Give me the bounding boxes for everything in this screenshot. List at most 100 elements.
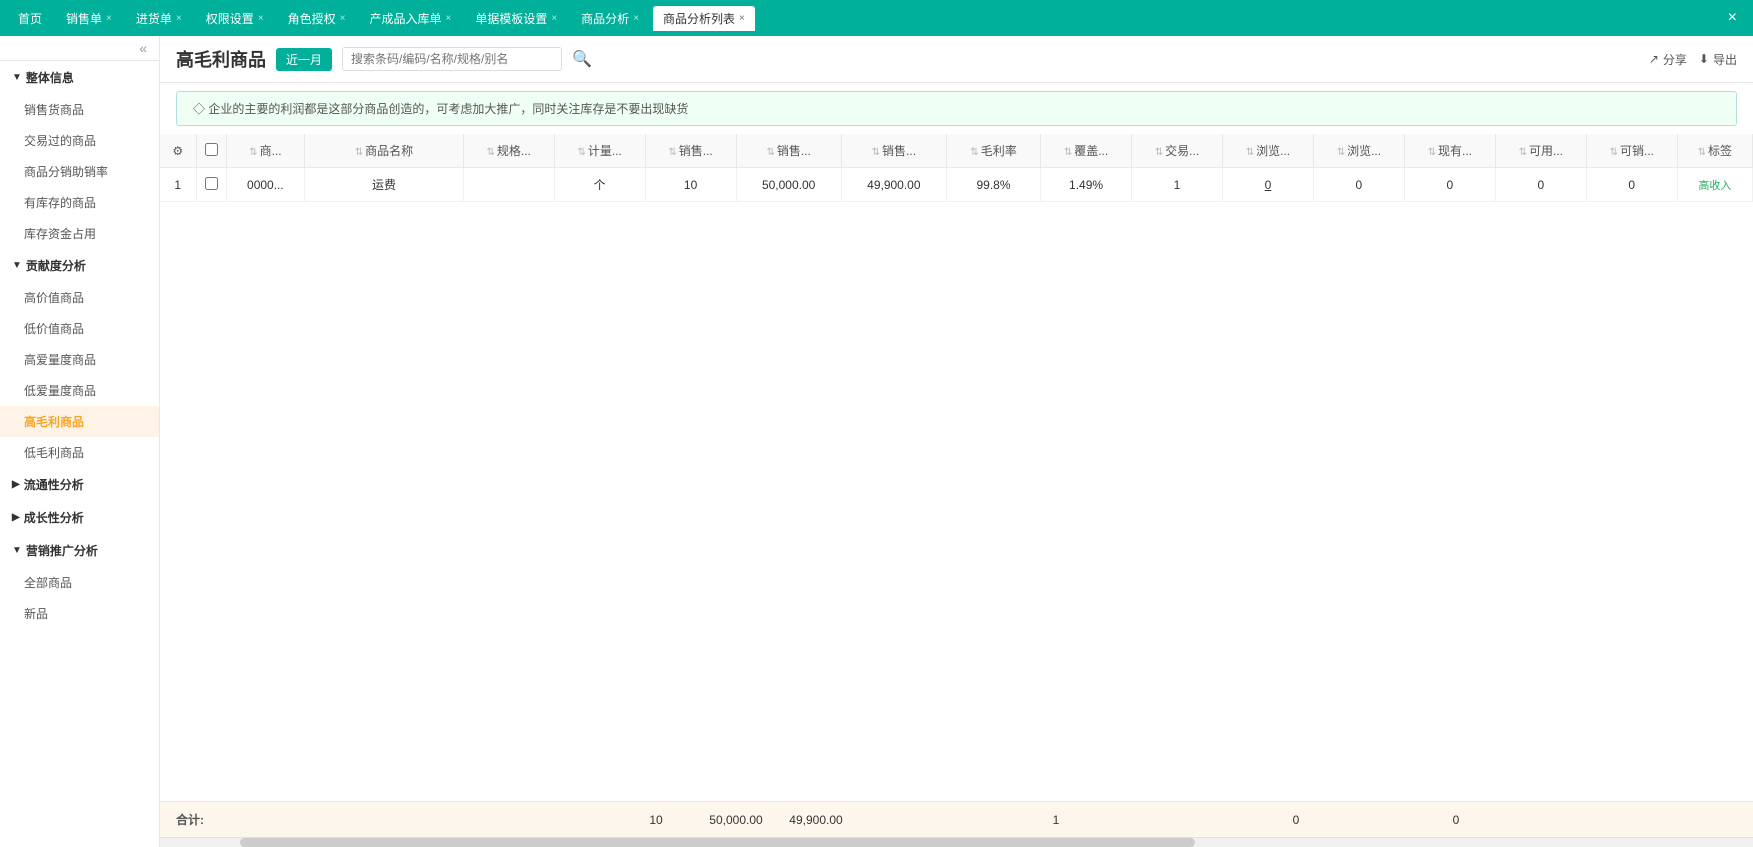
nav-item-product-warehouse[interactable]: 产成品入库单 × xyxy=(359,6,461,31)
select-all-checkbox[interactable] xyxy=(205,143,218,156)
col-sellable[interactable]: ⇅可销... xyxy=(1586,134,1677,168)
col-sales1[interactable]: ⇅销售... xyxy=(645,134,736,168)
scrollbar-thumb[interactable] xyxy=(240,838,1196,847)
footer-spacer-4 xyxy=(1096,813,1176,827)
cell-gross-margin: 99.8% xyxy=(946,168,1040,202)
col-view1[interactable]: ⇅浏览... xyxy=(1222,134,1313,168)
col-checkbox[interactable] xyxy=(196,134,226,168)
col-coverage[interactable]: ⇅覆盖... xyxy=(1041,134,1132,168)
chevron-right-icon-2: ▶ xyxy=(12,512,20,523)
nav-item-purchase[interactable]: 进货单 × xyxy=(126,6,192,31)
footer-spacer-1 xyxy=(256,813,616,827)
col-gross-margin[interactable]: ⇅毛利率 xyxy=(946,134,1040,168)
cell-sales1: 10 xyxy=(645,168,736,202)
search-input[interactable] xyxy=(342,47,562,71)
nav-close-sales[interactable]: × xyxy=(106,13,112,24)
cell-sellable: 0 xyxy=(1586,168,1677,202)
cell-coverage: 1.49% xyxy=(1041,168,1132,202)
table-row: 1 0000... 运费 个 10 50,000.00 49,900.00 99… xyxy=(160,168,1753,202)
cell-stock2: 0 xyxy=(1495,168,1586,202)
chevron-down-icon-2: ▼ xyxy=(12,260,22,271)
footer-label: 合计: xyxy=(176,811,256,828)
nav-close-roles[interactable]: × xyxy=(340,13,346,24)
sidebar-item-low-margin[interactable]: 低毛利商品 xyxy=(0,437,159,468)
cell-checkbox[interactable] xyxy=(196,168,226,202)
nav-close-product-analysis[interactable]: × xyxy=(633,13,639,24)
sidebar-item-new-products[interactable]: 新品 xyxy=(0,598,159,629)
cell-name[interactable]: 运费 xyxy=(305,168,463,202)
sidebar-item-in-stock-goods[interactable]: 有库存的商品 xyxy=(0,187,159,218)
sidebar-item-low-love[interactable]: 低爱量度商品 xyxy=(0,375,159,406)
nav-close-product-analysis-list[interactable]: × xyxy=(739,13,745,24)
col-view2[interactable]: ⇅浏览... xyxy=(1313,134,1404,168)
footer-values: 10 50,000.00 49,900.00 1 0 0 xyxy=(256,813,1737,827)
nav-item-product-analysis[interactable]: 商品分析 × xyxy=(571,6,649,31)
nav-item-product-analysis-list[interactable]: 商品分析列表 × xyxy=(653,6,755,31)
main-layout: « ▼ 整体信息 销售货商品 交易过的商品 商品分销助销率 有库存的商品 库存资… xyxy=(0,36,1753,847)
share-icon: ↗ xyxy=(1649,52,1659,66)
footer-total-bar: 合计: 10 50,000.00 49,900.00 1 0 0 xyxy=(160,801,1753,837)
sidebar-toggle-button[interactable]: « xyxy=(135,40,151,56)
cell-view1[interactable]: 0 xyxy=(1222,168,1313,202)
col-stock2[interactable]: ⇅可用... xyxy=(1495,134,1586,168)
footer-sales1: 10 xyxy=(616,813,696,827)
sidebar-item-low-value[interactable]: 低价值商品 xyxy=(0,313,159,344)
cell-spec xyxy=(463,168,554,202)
filter-recent-month-button[interactable]: 近一月 xyxy=(276,48,332,71)
row-checkbox[interactable] xyxy=(205,177,218,190)
nav-item-roles[interactable]: 角色授权 × xyxy=(278,6,356,31)
sidebar-item-distribution-rate[interactable]: 商品分销助销率 xyxy=(0,156,159,187)
col-code[interactable]: ⇅商... xyxy=(226,134,305,168)
sidebar-item-sales-goods[interactable]: 销售货商品 xyxy=(0,94,159,125)
info-banner: ◇ 企业的主要的利润都是这部分商品创造的，可考虑加大推广，同时关注库存是不要出现… xyxy=(176,91,1737,126)
cell-sales2: 50,000.00 xyxy=(736,168,841,202)
nav-item-home[interactable]: 首页 xyxy=(8,6,52,31)
export-button[interactable]: ⬇ 导出 xyxy=(1699,51,1737,68)
sidebar-item-all-goods[interactable]: 全部商品 xyxy=(0,567,159,598)
chevron-down-icon: ▼ xyxy=(12,72,22,83)
sidebar-item-high-value[interactable]: 高价值商品 xyxy=(0,282,159,313)
sidebar-group-liquidity[interactable]: ▶ 流通性分析 xyxy=(0,468,159,501)
horizontal-scrollbar[interactable] xyxy=(160,837,1753,847)
nav-item-permissions[interactable]: 权限设置 × xyxy=(196,6,274,31)
data-table: ⚙ ⇅商... ⇅商品名称 ⇅规格... ⇅计量... ⇅销售... ⇅销售..… xyxy=(160,134,1753,202)
nav-close-template-settings[interactable]: × xyxy=(551,13,557,24)
col-name[interactable]: ⇅商品名称 xyxy=(305,134,463,168)
col-unit[interactable]: ⇅计量... xyxy=(554,134,645,168)
page-title: 高毛利商品 xyxy=(176,46,266,72)
cell-trade: 1 xyxy=(1132,168,1223,202)
view1-link[interactable]: 0 xyxy=(1265,178,1272,192)
nav-close-purchase[interactable]: × xyxy=(176,13,182,24)
nav-close-product-warehouse[interactable]: × xyxy=(445,13,451,24)
nav-item-sales[interactable]: 销售单 × xyxy=(56,6,122,31)
col-tag[interactable]: ⇅标签 xyxy=(1677,134,1752,168)
footer-sales2: 50,000.00 xyxy=(696,813,776,827)
col-stock1[interactable]: ⇅现有... xyxy=(1404,134,1495,168)
sidebar-item-high-margin[interactable]: 高毛利商品 xyxy=(0,406,159,437)
sidebar-item-traded-goods[interactable]: 交易过的商品 xyxy=(0,125,159,156)
footer-sellable: 0 xyxy=(1416,813,1496,827)
sidebar-group-marketing[interactable]: ▼ 营销推广分析 xyxy=(0,534,159,567)
sidebar-group-growth[interactable]: ▶ 成长性分析 xyxy=(0,501,159,534)
cell-code[interactable]: 0000... xyxy=(226,168,305,202)
nav-close-permissions[interactable]: × xyxy=(258,13,264,24)
nav-item-template-settings[interactable]: 单据模板设置 × xyxy=(465,6,567,31)
sidebar-group-overall[interactable]: ▼ 整体信息 xyxy=(0,61,159,94)
window-close-button[interactable]: × xyxy=(1720,5,1745,31)
sidebar-group-contribution[interactable]: ▼ 贡献度分析 xyxy=(0,249,159,282)
table-header-row: ⚙ ⇅商... ⇅商品名称 ⇅规格... ⇅计量... ⇅销售... ⇅销售..… xyxy=(160,134,1753,168)
sidebar-item-stock-capital[interactable]: 库存资金占用 xyxy=(0,218,159,249)
col-spec[interactable]: ⇅规格... xyxy=(463,134,554,168)
col-sales3[interactable]: ⇅销售... xyxy=(841,134,946,168)
cell-index: 1 xyxy=(160,168,196,202)
col-settings[interactable]: ⚙ xyxy=(160,134,196,168)
search-icon[interactable]: 🔍 xyxy=(572,49,592,69)
cell-sales3: 49,900.00 xyxy=(841,168,946,202)
header-actions: ↗ 分享 ⬇ 导出 xyxy=(1649,51,1737,68)
sidebar: « ▼ 整体信息 销售货商品 交易过的商品 商品分销助销率 有库存的商品 库存资… xyxy=(0,36,160,847)
col-trade[interactable]: ⇅交易... xyxy=(1132,134,1223,168)
share-button[interactable]: ↗ 分享 xyxy=(1649,51,1687,68)
chevron-right-icon: ▶ xyxy=(12,479,20,490)
col-sales2[interactable]: ⇅销售... xyxy=(736,134,841,168)
sidebar-item-high-love[interactable]: 高爱量度商品 xyxy=(0,344,159,375)
